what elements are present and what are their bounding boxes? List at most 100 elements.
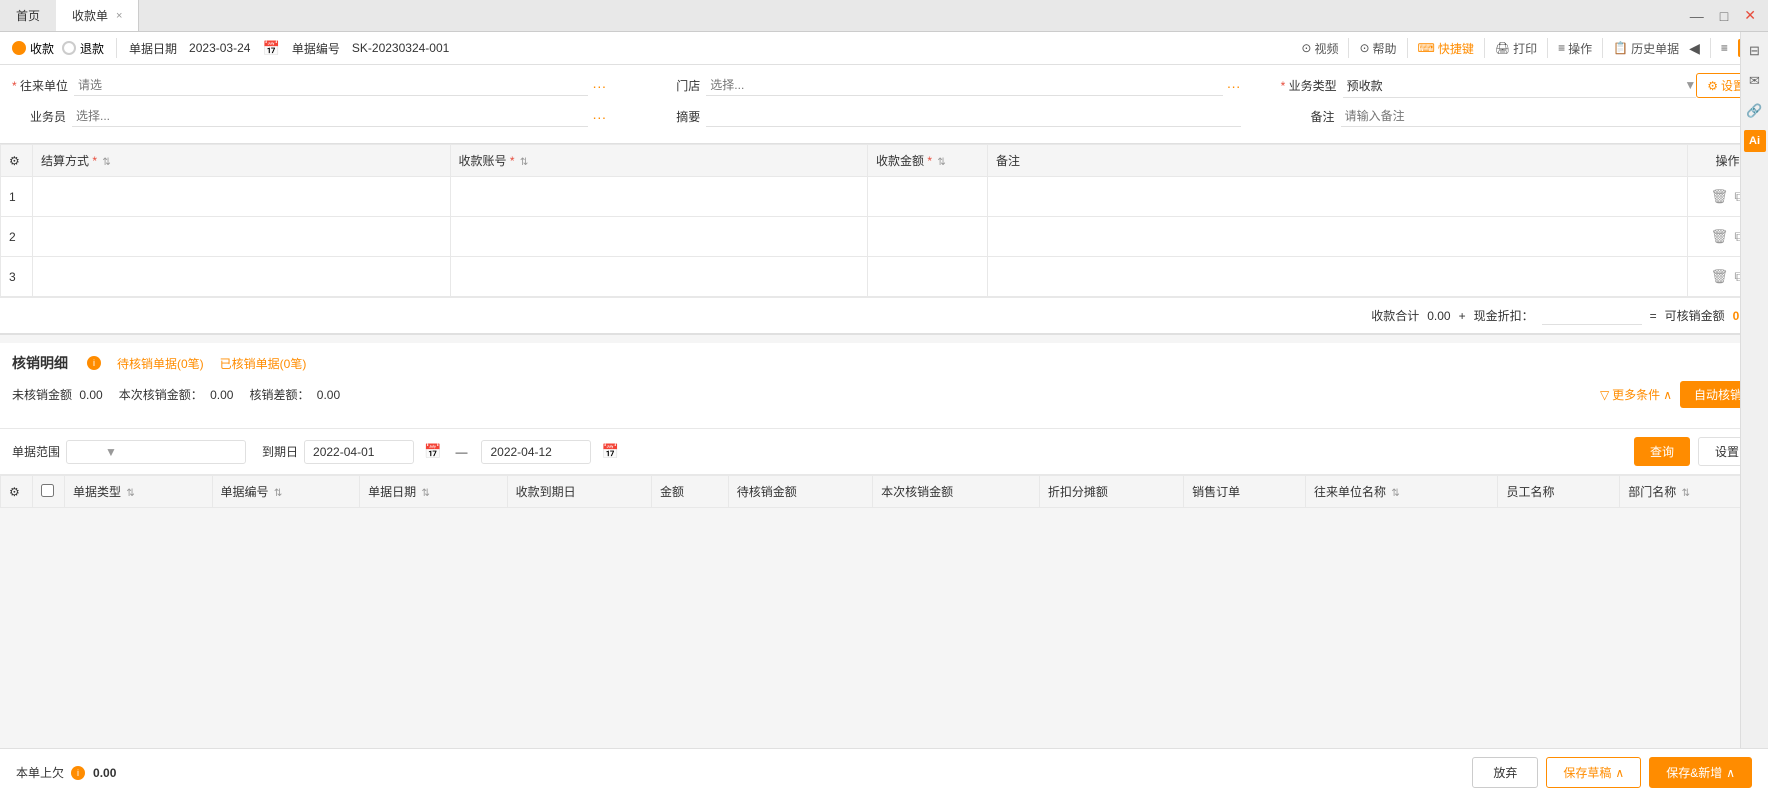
row-2-remark[interactable] bbox=[988, 217, 1688, 257]
store-more-btn[interactable]: ··· bbox=[1227, 78, 1241, 94]
maximize-btn[interactable]: □ bbox=[1716, 6, 1732, 26]
number-value: SK-20230324-001 bbox=[352, 41, 449, 55]
tab-close-icon[interactable]: × bbox=[116, 10, 122, 22]
tab-bar: 首页 收款单 × — □ ✕ bbox=[0, 0, 1768, 32]
verify-header: 核销明细 i 待核销单据(0笔) 已核销单据(0笔) bbox=[12, 353, 1756, 373]
receipt-radio-dot bbox=[12, 41, 26, 55]
store-input[interactable] bbox=[706, 75, 1222, 96]
col-receipt-due: 收款到期日 bbox=[507, 476, 651, 508]
available-label: 可核销金额 bbox=[1665, 307, 1725, 324]
calendar-from-icon[interactable]: 📅 bbox=[424, 443, 441, 460]
close-btn[interactable]: ✕ bbox=[1740, 5, 1760, 26]
row-3-amount[interactable] bbox=[868, 257, 988, 297]
row-3-settlement[interactable] bbox=[33, 257, 451, 297]
col-amount-val: 金额 bbox=[651, 476, 728, 508]
tab-current[interactable]: 收款单 × bbox=[56, 0, 139, 31]
list-icon[interactable]: ≡ bbox=[1721, 41, 1728, 55]
summary-input[interactable] bbox=[706, 106, 1240, 127]
sidebar-email-icon[interactable]: ✉ bbox=[1744, 70, 1766, 92]
sidebar-camera-icon[interactable]: Ai bbox=[1744, 130, 1766, 152]
total-label: 收款合计 bbox=[1371, 307, 1419, 324]
calendar-icon[interactable]: 📅 bbox=[262, 40, 279, 57]
video-btn[interactable]: ⊙ 视频 bbox=[1301, 40, 1338, 57]
number-label: 单据编号 bbox=[292, 40, 340, 57]
date-to-input[interactable] bbox=[481, 440, 591, 464]
more-conditions-btn[interactable]: ▽ 更多条件 ∧ bbox=[1600, 386, 1672, 403]
refund-radio[interactable]: 退款 bbox=[62, 40, 104, 57]
bottom-checkbox-col[interactable] bbox=[33, 476, 65, 508]
calendar-to-icon[interactable]: 📅 bbox=[601, 443, 618, 460]
carry-info-icon[interactable]: i bbox=[71, 766, 85, 780]
row-3-remark[interactable] bbox=[988, 257, 1688, 297]
range-select[interactable]: ▼ bbox=[66, 440, 246, 464]
carry-label: 本单上欠 bbox=[16, 764, 64, 781]
summary-bar: 收款合计 0.00 + 现金折扣： = 可核销金额 0.00 bbox=[0, 297, 1768, 335]
date-separator: — bbox=[455, 445, 467, 459]
row-2-settlement[interactable] bbox=[33, 217, 451, 257]
summary-field: 摘要 bbox=[646, 106, 1240, 127]
query-btn[interactable]: 查询 bbox=[1634, 437, 1690, 466]
unverified-label: 未核销金额 bbox=[12, 388, 72, 402]
pending-tab[interactable]: 待核销单据(0笔) bbox=[117, 355, 204, 372]
row-3-account[interactable] bbox=[450, 257, 868, 297]
divider-1 bbox=[116, 38, 117, 58]
date-from-input[interactable] bbox=[304, 440, 414, 464]
discard-btn[interactable]: 放弃 bbox=[1472, 757, 1538, 788]
receipt-table-section: ⚙ 结算方式 * ⇅ 收款账号 * ⇅ 收款金额 * ⇅ 备注 bbox=[0, 144, 1768, 297]
this-verify-label: 本次核销金额： bbox=[119, 388, 203, 402]
table-gear-col[interactable]: ⚙ bbox=[1, 145, 33, 177]
history-btn[interactable]: 📋 历史单据 bbox=[1613, 40, 1679, 57]
total-value: 0.00 bbox=[1427, 309, 1450, 323]
help-btn[interactable]: ⊙ 帮助 bbox=[1359, 40, 1396, 57]
row-1-settlement[interactable] bbox=[33, 177, 451, 217]
row-2-account[interactable] bbox=[450, 217, 868, 257]
this-verify-stat: 本次核销金额： 0.00 bbox=[119, 386, 234, 403]
tab-home[interactable]: 首页 bbox=[0, 0, 56, 31]
print-icon: 🖨 bbox=[1495, 41, 1510, 55]
shortcut-btn[interactable]: ⌨ 快捷键 bbox=[1418, 40, 1474, 57]
refund-label: 退款 bbox=[80, 40, 104, 57]
delete-icon-1[interactable]: 🗑 bbox=[1711, 188, 1729, 205]
sidebar-link-icon[interactable]: 🔗 bbox=[1744, 100, 1766, 122]
delete-icon-3[interactable]: 🗑 bbox=[1711, 268, 1729, 285]
filter-icon: ▽ bbox=[1600, 388, 1609, 402]
done-tab[interactable]: 已核销单据(0笔) bbox=[220, 355, 307, 372]
counterpart-more-btn[interactable]: ··· bbox=[592, 78, 606, 94]
delete-icon-2[interactable]: 🗑 bbox=[1711, 228, 1729, 245]
staff-input[interactable] bbox=[72, 106, 588, 127]
discount-input[interactable] bbox=[1542, 306, 1642, 325]
receipt-label: 收款 bbox=[30, 40, 54, 57]
operation-icon: ≡ bbox=[1558, 41, 1565, 55]
business-type-value: 预收款 bbox=[1343, 74, 1685, 97]
remark-input[interactable] bbox=[1341, 106, 1756, 127]
divider-4 bbox=[1484, 38, 1485, 58]
staff-more-btn[interactable]: ··· bbox=[592, 109, 606, 125]
col-doc-type: 单据类型 ⇅ bbox=[65, 476, 213, 508]
receipt-refund-toggle: 收款 退款 bbox=[12, 40, 104, 57]
row-num-3: 3 bbox=[1, 257, 31, 296]
remark-field: 备注 bbox=[1281, 106, 1756, 127]
minimize-btn[interactable]: — bbox=[1686, 6, 1708, 26]
verify-stats: 未核销金额 0.00 本次核销金额： 0.00 核销差额： 0.00 ▽ 更多条… bbox=[12, 381, 1756, 408]
save-draft-btn[interactable]: 保存草稿 ∧ bbox=[1546, 757, 1641, 788]
footer-carry: 本单上欠 i 0.00 bbox=[16, 764, 116, 781]
print-btn[interactable]: 🖨 打印 bbox=[1495, 40, 1537, 57]
counterpart-label: * 往来单位 bbox=[12, 77, 68, 94]
select-all-checkbox[interactable] bbox=[41, 484, 54, 497]
verify-actions: ▽ 更多条件 ∧ 自动核销 bbox=[1600, 381, 1756, 408]
counterpart-input[interactable] bbox=[74, 75, 588, 96]
receipt-radio[interactable]: 收款 bbox=[12, 40, 54, 57]
row-1-amount[interactable] bbox=[868, 177, 988, 217]
row-1-remark[interactable] bbox=[988, 177, 1688, 217]
operation-btn[interactable]: ≡ 操作 bbox=[1558, 40, 1592, 57]
row-2-amount[interactable] bbox=[868, 217, 988, 257]
business-type-select[interactable]: 预收款 ▼ bbox=[1343, 74, 1697, 98]
sidebar-table-icon[interactable]: ⊟ bbox=[1744, 40, 1766, 62]
divider-5 bbox=[1547, 38, 1548, 58]
bottom-gear-col[interactable]: ⚙ bbox=[1, 476, 33, 508]
row-1-account[interactable] bbox=[450, 177, 868, 217]
save-new-btn[interactable]: 保存&新增 ∧ bbox=[1649, 757, 1752, 788]
verify-info-icon[interactable]: i bbox=[87, 356, 101, 370]
divider-3 bbox=[1407, 38, 1408, 58]
prev-arrow[interactable]: ◀ bbox=[1689, 40, 1700, 57]
